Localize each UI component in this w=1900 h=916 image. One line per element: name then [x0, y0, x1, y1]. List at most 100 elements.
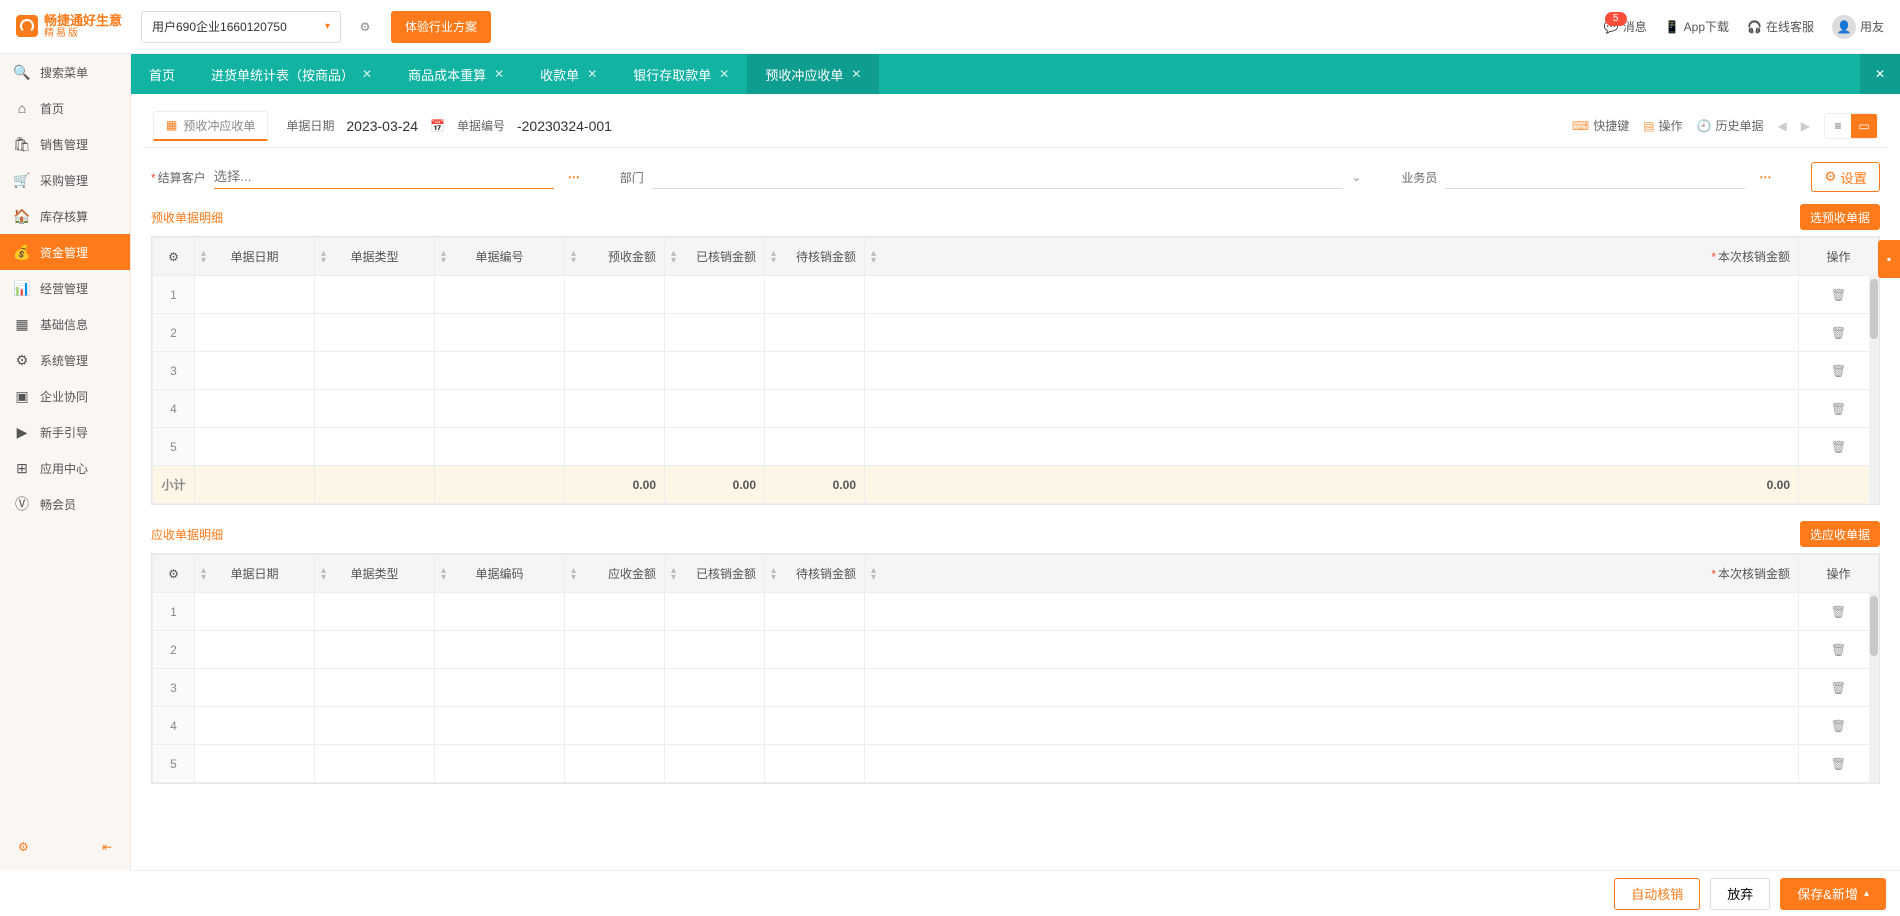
- table-row[interactable]: 2🗑: [153, 631, 1879, 669]
- delete-icon[interactable]: 🗑: [1831, 719, 1846, 733]
- sidebar-item-sys[interactable]: ⚙系统管理: [0, 342, 130, 378]
- discard-button[interactable]: 放弃: [1710, 878, 1770, 910]
- scrollbar[interactable]: [1869, 275, 1879, 504]
- prev-doc-button[interactable]: ◀: [1778, 119, 1787, 133]
- col-this[interactable]: ▴▾*本次核销金额: [865, 238, 1799, 276]
- close-icon[interactable]: ✕: [719, 67, 729, 81]
- settings-button[interactable]: ⚙ 设置: [1811, 162, 1880, 192]
- scrollbar[interactable]: [1869, 592, 1879, 783]
- col-type[interactable]: ▴▾单据类型: [315, 238, 435, 276]
- table-row[interactable]: 4🗑: [153, 390, 1879, 428]
- tab[interactable]: 进货单统计表（按商品）✕: [193, 54, 390, 94]
- org-selector[interactable]: 用户690企业1660120750 ▾: [141, 11, 341, 43]
- sidebar-item-cart[interactable]: 🛍销售管理: [0, 126, 130, 162]
- table-row[interactable]: 5🗑: [153, 745, 1879, 783]
- sidebar-item-fund[interactable]: 💰资金管理: [0, 234, 130, 270]
- col-recv[interactable]: ▴▾应收金额: [565, 555, 665, 593]
- sidebar-item-home[interactable]: ⌂首页: [0, 90, 130, 126]
- table-row[interactable]: 1🗑: [153, 276, 1879, 314]
- col-no[interactable]: ▴▾单据编号: [435, 238, 565, 276]
- table-row[interactable]: 2🗑: [153, 314, 1879, 352]
- delete-icon[interactable]: 🗑: [1831, 757, 1846, 771]
- view-list-button[interactable]: ≡: [1825, 114, 1851, 138]
- delete-icon[interactable]: 🗑: [1831, 288, 1846, 302]
- sidebar-item-coop[interactable]: ▣企业协同: [0, 378, 130, 414]
- col-done[interactable]: ▴▾已核销金额: [665, 555, 765, 593]
- doc-date-value[interactable]: 2023-03-24: [346, 118, 418, 134]
- chevron-down-icon[interactable]: ⌄: [1351, 170, 1361, 184]
- tab-label: 银行存取款单: [633, 65, 711, 84]
- app-download-button[interactable]: 📱 App下载: [1665, 18, 1729, 35]
- sales-input[interactable]: [1445, 165, 1745, 189]
- tab[interactable]: 银行存取款单 ✕: [615, 54, 747, 94]
- table-row[interactable]: 1🗑: [153, 593, 1879, 631]
- calendar-icon[interactable]: 📅: [430, 119, 445, 133]
- sidebar-item-label: 新手引导: [40, 424, 88, 441]
- customer-service-button[interactable]: 🎧 在线客服: [1747, 18, 1814, 35]
- document-type-chip[interactable]: ▦ 预收冲应收单: [153, 111, 268, 141]
- table-row[interactable]: 5🗑: [153, 428, 1879, 466]
- sidebar-item-label: 库存核算: [40, 208, 88, 225]
- org-settings-button[interactable]: ⚙: [351, 13, 379, 41]
- auto-match-button[interactable]: 自动核销: [1614, 878, 1700, 910]
- delete-icon[interactable]: 🗑: [1831, 681, 1846, 695]
- trial-button[interactable]: 体验行业方案: [391, 11, 491, 43]
- col-prepay[interactable]: ▴▾预收金额: [565, 238, 665, 276]
- delete-icon[interactable]: 🗑: [1831, 440, 1846, 454]
- select-prepay-button[interactable]: 选预收单据: [1800, 204, 1880, 230]
- sidebar-item-guide[interactable]: ▶新手引导: [0, 414, 130, 450]
- messages-button[interactable]: 💬 消息: [1604, 18, 1647, 35]
- table-row[interactable]: 4🗑: [153, 707, 1879, 745]
- close-all-tabs-button[interactable]: ✕: [1860, 54, 1900, 94]
- column-settings-button[interactable]: ⚙: [153, 555, 195, 593]
- user-menu[interactable]: 👤 用友: [1832, 15, 1884, 39]
- column-settings-button[interactable]: ⚙: [153, 238, 195, 276]
- sales-more-icon[interactable]: ⋯: [1759, 170, 1771, 184]
- col-done[interactable]: ▴▾已核销金额: [665, 238, 765, 276]
- tab[interactable]: 商品成本重算✕: [390, 54, 522, 94]
- float-help-button[interactable]: ▪: [1878, 240, 1900, 278]
- sidebar-item-vip[interactable]: Ⓥ畅会员: [0, 486, 130, 522]
- history-button[interactable]: 🕘历史单据: [1697, 117, 1764, 134]
- col-this[interactable]: ▴▾*本次核销金额: [865, 555, 1799, 593]
- col-date[interactable]: ▴▾单据日期: [195, 238, 315, 276]
- dept-input[interactable]: [652, 165, 1344, 189]
- delete-icon[interactable]: 🗑: [1831, 364, 1846, 378]
- tab[interactable]: 预收冲应收单✕: [747, 54, 879, 94]
- sidebar-item-search[interactable]: 🔍搜索菜单: [0, 54, 130, 90]
- table-row[interactable]: 3🗑: [153, 669, 1879, 707]
- sidebar-collapse-icon[interactable]: ⇤: [102, 840, 112, 854]
- next-doc-button[interactable]: ▶: [1801, 119, 1810, 133]
- tab[interactable]: 首页: [131, 54, 193, 94]
- close-icon[interactable]: ✕: [362, 67, 372, 81]
- logo[interactable]: 畅捷通好生意 精易版: [16, 14, 131, 39]
- sidebar-settings-icon[interactable]: ⚙: [18, 840, 29, 854]
- sidebar-item-apps[interactable]: ⊞应用中心: [0, 450, 130, 486]
- operate-button[interactable]: ▤操作: [1643, 117, 1682, 134]
- col-type[interactable]: ▴▾单据类型: [315, 555, 435, 593]
- close-icon[interactable]: ✕: [587, 67, 597, 81]
- sidebar-item-stock[interactable]: 🏠库存核算: [0, 198, 130, 234]
- delete-icon[interactable]: 🗑: [1831, 605, 1846, 619]
- delete-icon[interactable]: 🗑: [1831, 643, 1846, 657]
- sidebar-item-base[interactable]: ▦基础信息: [0, 306, 130, 342]
- col-no[interactable]: ▴▾单据编码: [435, 555, 565, 593]
- delete-icon[interactable]: 🗑: [1831, 402, 1846, 416]
- close-icon[interactable]: ✕: [851, 67, 861, 81]
- table-row[interactable]: 3🗑: [153, 352, 1879, 390]
- save-and-new-button[interactable]: 保存&新增 ▴: [1780, 878, 1886, 910]
- customer-input[interactable]: [214, 165, 554, 189]
- shortcut-button[interactable]: ⌨快捷键: [1572, 117, 1629, 134]
- tab[interactable]: 收款单✕: [522, 54, 615, 94]
- delete-icon[interactable]: 🗑: [1831, 326, 1846, 340]
- col-wait[interactable]: ▴▾待核销金额: [765, 555, 865, 593]
- select-receivable-button[interactable]: 选应收单据: [1800, 521, 1880, 547]
- col-wait[interactable]: ▴▾待核销金额: [765, 238, 865, 276]
- view-detail-button[interactable]: ▭: [1851, 114, 1877, 138]
- sidebar-item-label: 搜索菜单: [40, 64, 88, 81]
- customer-more-icon[interactable]: ⋯: [568, 170, 580, 184]
- col-date[interactable]: ▴▾单据日期: [195, 555, 315, 593]
- sidebar-item-biz[interactable]: 📊经营管理: [0, 270, 130, 306]
- sidebar-item-bag[interactable]: 🛒采购管理: [0, 162, 130, 198]
- close-icon[interactable]: ✕: [494, 67, 504, 81]
